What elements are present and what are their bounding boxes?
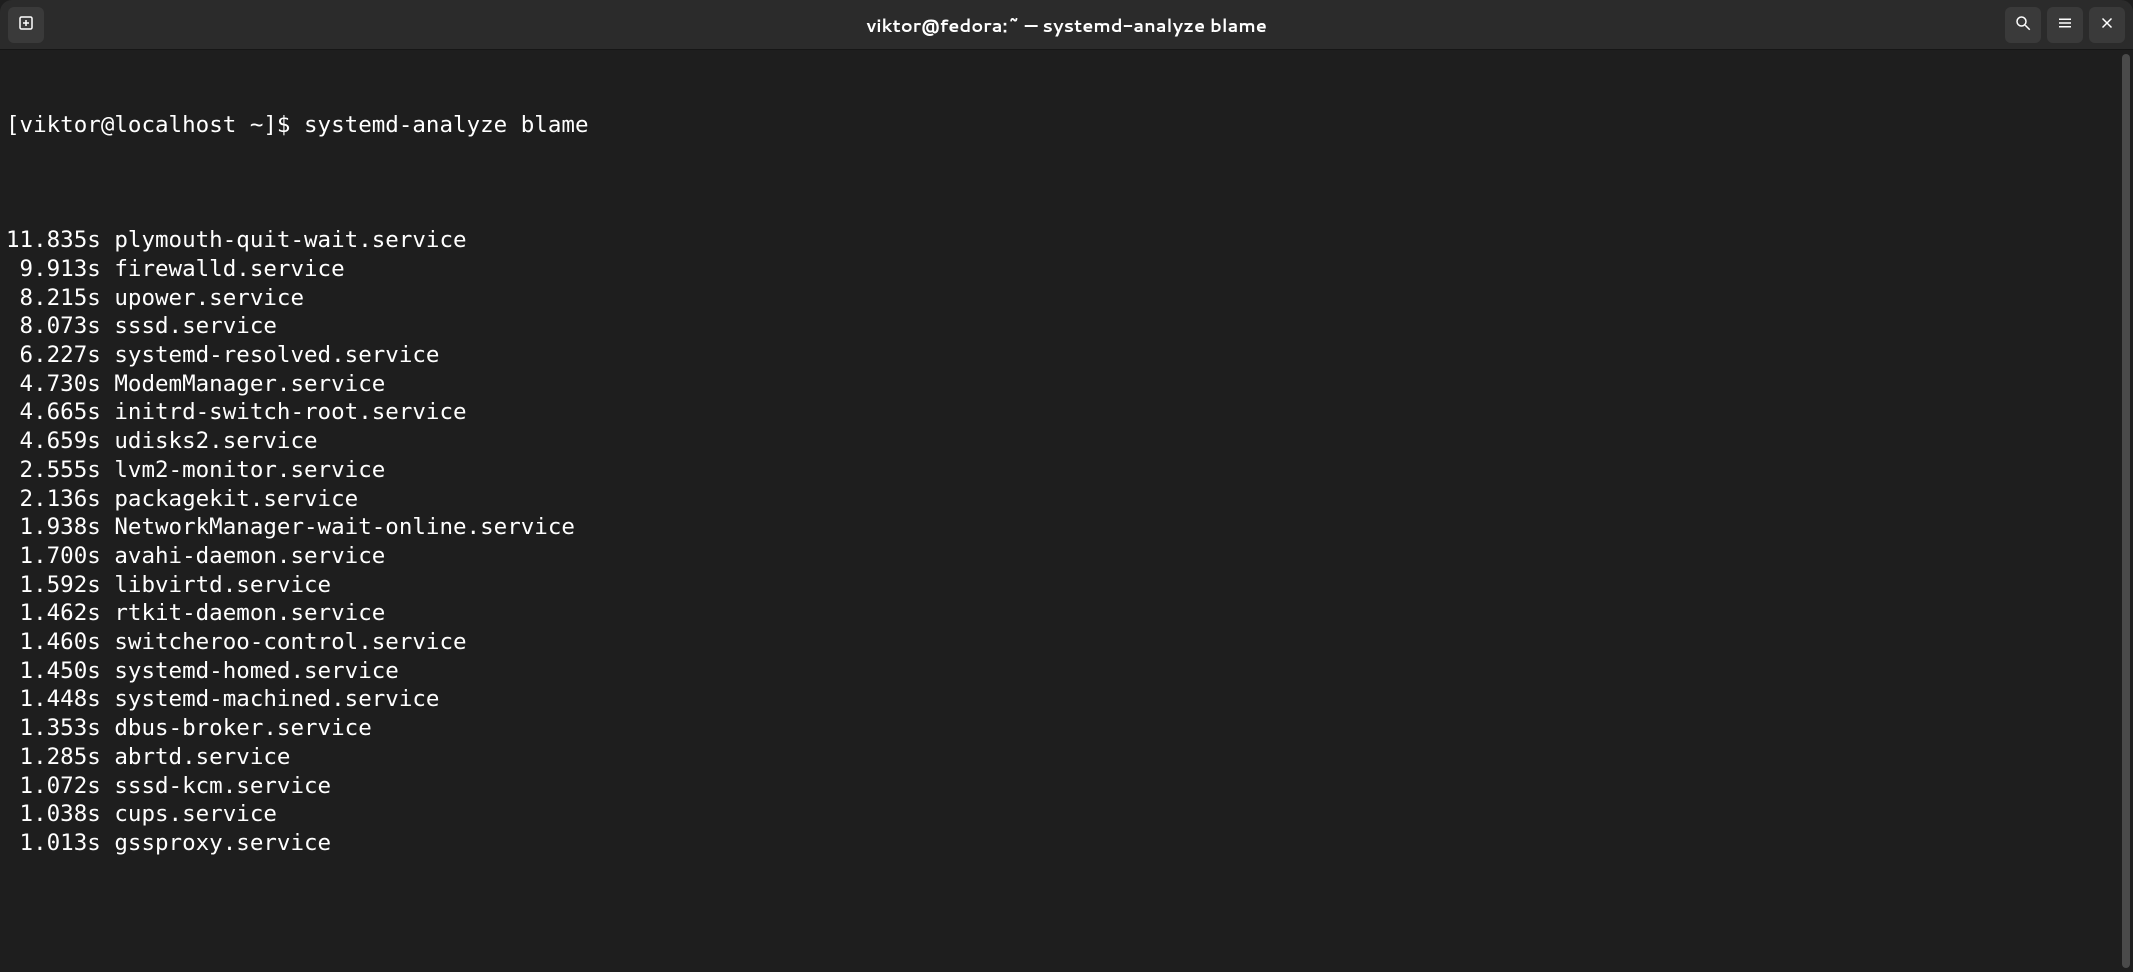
blame-time: 4.665s — [6, 398, 101, 427]
blame-service: initrd-switch-root.service — [114, 399, 466, 425]
prompt-line: [viktor@localhost ~]$ systemd-analyze bl… — [6, 111, 2127, 140]
blame-time: 4.659s — [6, 427, 101, 456]
prompt-text: [viktor@localhost ~]$ — [6, 112, 304, 138]
blame-row: 6.227s systemd-resolved.service — [6, 341, 2127, 370]
blame-row: 4.730s ModemManager.service — [6, 370, 2127, 399]
window-title: viktor@fedora:~ — systemd-analyze blame — [866, 12, 1267, 38]
blame-row: 1.462s rtkit-daemon.service — [6, 599, 2127, 628]
blame-time: 2.555s — [6, 456, 101, 485]
scrollbar-thumb[interactable] — [2122, 54, 2130, 968]
search-icon — [2014, 14, 2032, 36]
blame-service: rtkit-daemon.service — [114, 600, 385, 626]
blame-service: gssproxy.service — [114, 830, 331, 856]
blame-row: 8.215s upower.service — [6, 284, 2127, 313]
blame-row: 1.285s abrtd.service — [6, 743, 2127, 772]
blame-time: 6.227s — [6, 341, 101, 370]
blame-time: 8.215s — [6, 284, 101, 313]
blame-time: 4.730s — [6, 370, 101, 399]
blame-row: 4.659s udisks2.service — [6, 427, 2127, 456]
blame-service: sssd-kcm.service — [114, 773, 331, 799]
blame-row: 1.448s systemd-machined.service — [6, 685, 2127, 714]
blame-row: 8.073s sssd.service — [6, 312, 2127, 341]
close-icon — [2098, 14, 2116, 36]
blame-time: 1.038s — [6, 800, 101, 829]
blame-service: dbus-broker.service — [114, 715, 371, 741]
blame-time: 1.592s — [6, 571, 101, 600]
search-button[interactable] — [2005, 7, 2041, 43]
hamburger-icon — [2056, 14, 2074, 36]
blame-row: 1.938s NetworkManager-wait-online.servic… — [6, 513, 2127, 542]
blame-service: lvm2-monitor.service — [114, 457, 385, 483]
blame-row: 11.835s plymouth-quit-wait.service — [6, 226, 2127, 255]
blame-service: libvirtd.service — [114, 572, 331, 598]
blame-row: 1.700s avahi-daemon.service — [6, 542, 2127, 571]
blame-time: 1.460s — [6, 628, 101, 657]
blame-service: systemd-homed.service — [114, 658, 398, 684]
blame-service: switcheroo-control.service — [114, 629, 466, 655]
blame-time: 1.938s — [6, 513, 101, 542]
blame-row: 9.913s firewalld.service — [6, 255, 2127, 284]
blame-service: abrtd.service — [114, 744, 290, 770]
new-tab-icon — [17, 14, 35, 36]
blame-row: 1.353s dbus-broker.service — [6, 714, 2127, 743]
blame-time: 1.700s — [6, 542, 101, 571]
blame-row: 2.136s packagekit.service — [6, 485, 2127, 514]
command-text: systemd-analyze blame — [304, 112, 588, 138]
blame-row: 1.072s sssd-kcm.service — [6, 772, 2127, 801]
blame-time: 11.835s — [6, 226, 101, 255]
titlebar: viktor@fedora:~ — systemd-analyze blame — [0, 0, 2133, 50]
blame-time: 1.450s — [6, 657, 101, 686]
blame-service: packagekit.service — [114, 486, 358, 512]
scrollbar[interactable] — [2121, 54, 2131, 968]
blame-service: systemd-machined.service — [114, 686, 439, 712]
new-tab-button[interactable] — [8, 7, 44, 43]
blame-time: 1.353s — [6, 714, 101, 743]
blame-service: cups.service — [114, 801, 277, 827]
blame-time: 8.073s — [6, 312, 101, 341]
blame-service: udisks2.service — [114, 428, 317, 454]
menu-button[interactable] — [2047, 7, 2083, 43]
blame-row: 4.665s initrd-switch-root.service — [6, 398, 2127, 427]
blame-time: 1.462s — [6, 599, 101, 628]
blame-service: sssd.service — [114, 313, 277, 339]
blame-row: 2.555s lvm2-monitor.service — [6, 456, 2127, 485]
terminal-window: viktor@fedora:~ — systemd-analyze blame … — [0, 0, 2133, 972]
blame-service: plymouth-quit-wait.service — [114, 227, 466, 253]
blame-row: 1.460s switcheroo-control.service — [6, 628, 2127, 657]
blame-row: 1.450s systemd-homed.service — [6, 657, 2127, 686]
blame-service: firewalld.service — [114, 256, 344, 282]
blame-time: 2.136s — [6, 485, 101, 514]
blame-time: 1.013s — [6, 829, 101, 858]
blame-service: NetworkManager-wait-online.service — [114, 514, 575, 540]
terminal-output[interactable]: [viktor@localhost ~]$ systemd-analyze bl… — [0, 50, 2133, 972]
blame-time: 9.913s — [6, 255, 101, 284]
blame-time: 1.448s — [6, 685, 101, 714]
blame-service: ModemManager.service — [114, 371, 385, 397]
blame-service: upower.service — [114, 285, 304, 311]
blame-row: 1.013s gssproxy.service — [6, 829, 2127, 858]
blame-time: 1.285s — [6, 743, 101, 772]
blame-time: 1.072s — [6, 772, 101, 801]
close-button[interactable] — [2089, 7, 2125, 43]
blame-service: avahi-daemon.service — [114, 543, 385, 569]
blame-service: systemd-resolved.service — [114, 342, 439, 368]
blame-row: 1.592s libvirtd.service — [6, 571, 2127, 600]
blame-row: 1.038s cups.service — [6, 800, 2127, 829]
